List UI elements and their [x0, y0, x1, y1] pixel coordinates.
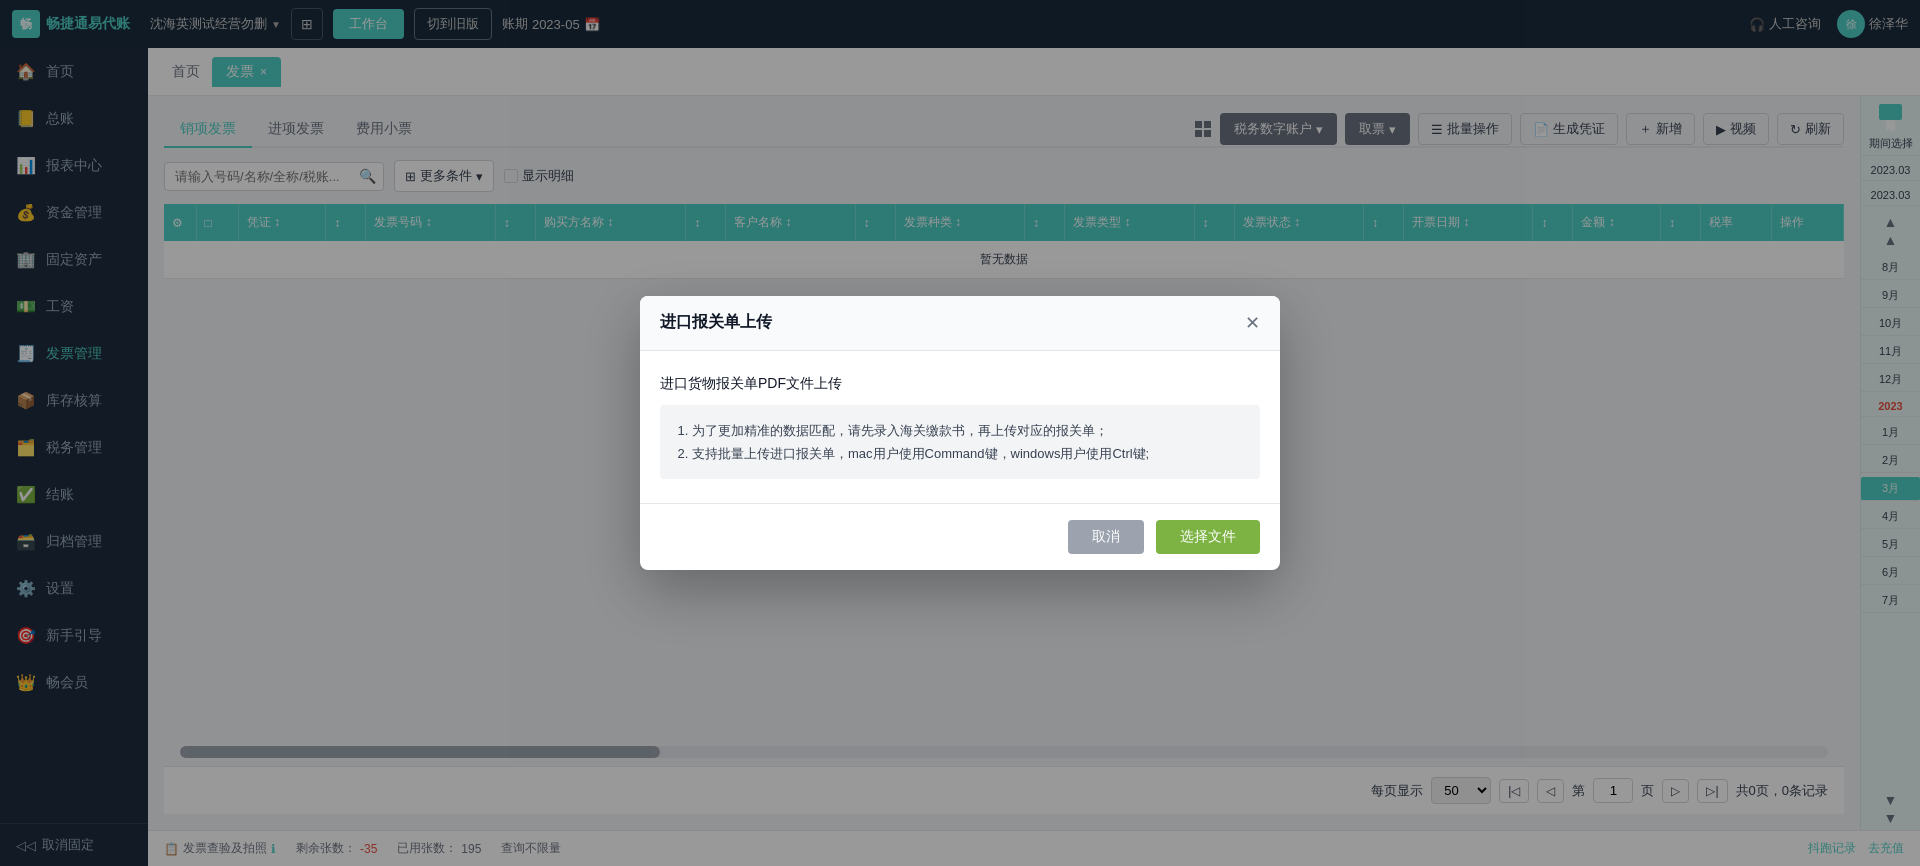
- modal-close-button[interactable]: ✕: [1245, 312, 1260, 334]
- modal-select-file-button[interactable]: 选择文件: [1156, 520, 1260, 554]
- modal-info-box: 为了更加精准的数据匹配，请先录入海关缴款书，再上传对应的报关单； 支持批量上传进…: [660, 405, 1260, 480]
- modal-footer: 取消 选择文件: [640, 503, 1280, 570]
- import-customs-modal: 进口报关单上传 ✕ 进口货物报关单PDF文件上传 为了更加精准的数据匹配，请先录…: [640, 296, 1280, 571]
- modal-cancel-button[interactable]: 取消: [1068, 520, 1144, 554]
- modal-instruction-2: 支持批量上传进口报关单，mac用户使用Command键，windows用户使用C…: [692, 442, 1244, 465]
- modal-title: 进口报关单上传: [660, 312, 772, 333]
- modal-instructions-list: 为了更加精准的数据匹配，请先录入海关缴款书，再上传对应的报关单； 支持批量上传进…: [676, 419, 1244, 466]
- modal-section-title: 进口货物报关单PDF文件上传: [660, 375, 1260, 393]
- modal-overlay: 进口报关单上传 ✕ 进口货物报关单PDF文件上传 为了更加精准的数据匹配，请先录…: [0, 0, 1920, 866]
- modal-header: 进口报关单上传 ✕: [640, 296, 1280, 351]
- modal-instruction-1: 为了更加精准的数据匹配，请先录入海关缴款书，再上传对应的报关单；: [692, 419, 1244, 442]
- modal-body: 进口货物报关单PDF文件上传 为了更加精准的数据匹配，请先录入海关缴款书，再上传…: [640, 351, 1280, 504]
